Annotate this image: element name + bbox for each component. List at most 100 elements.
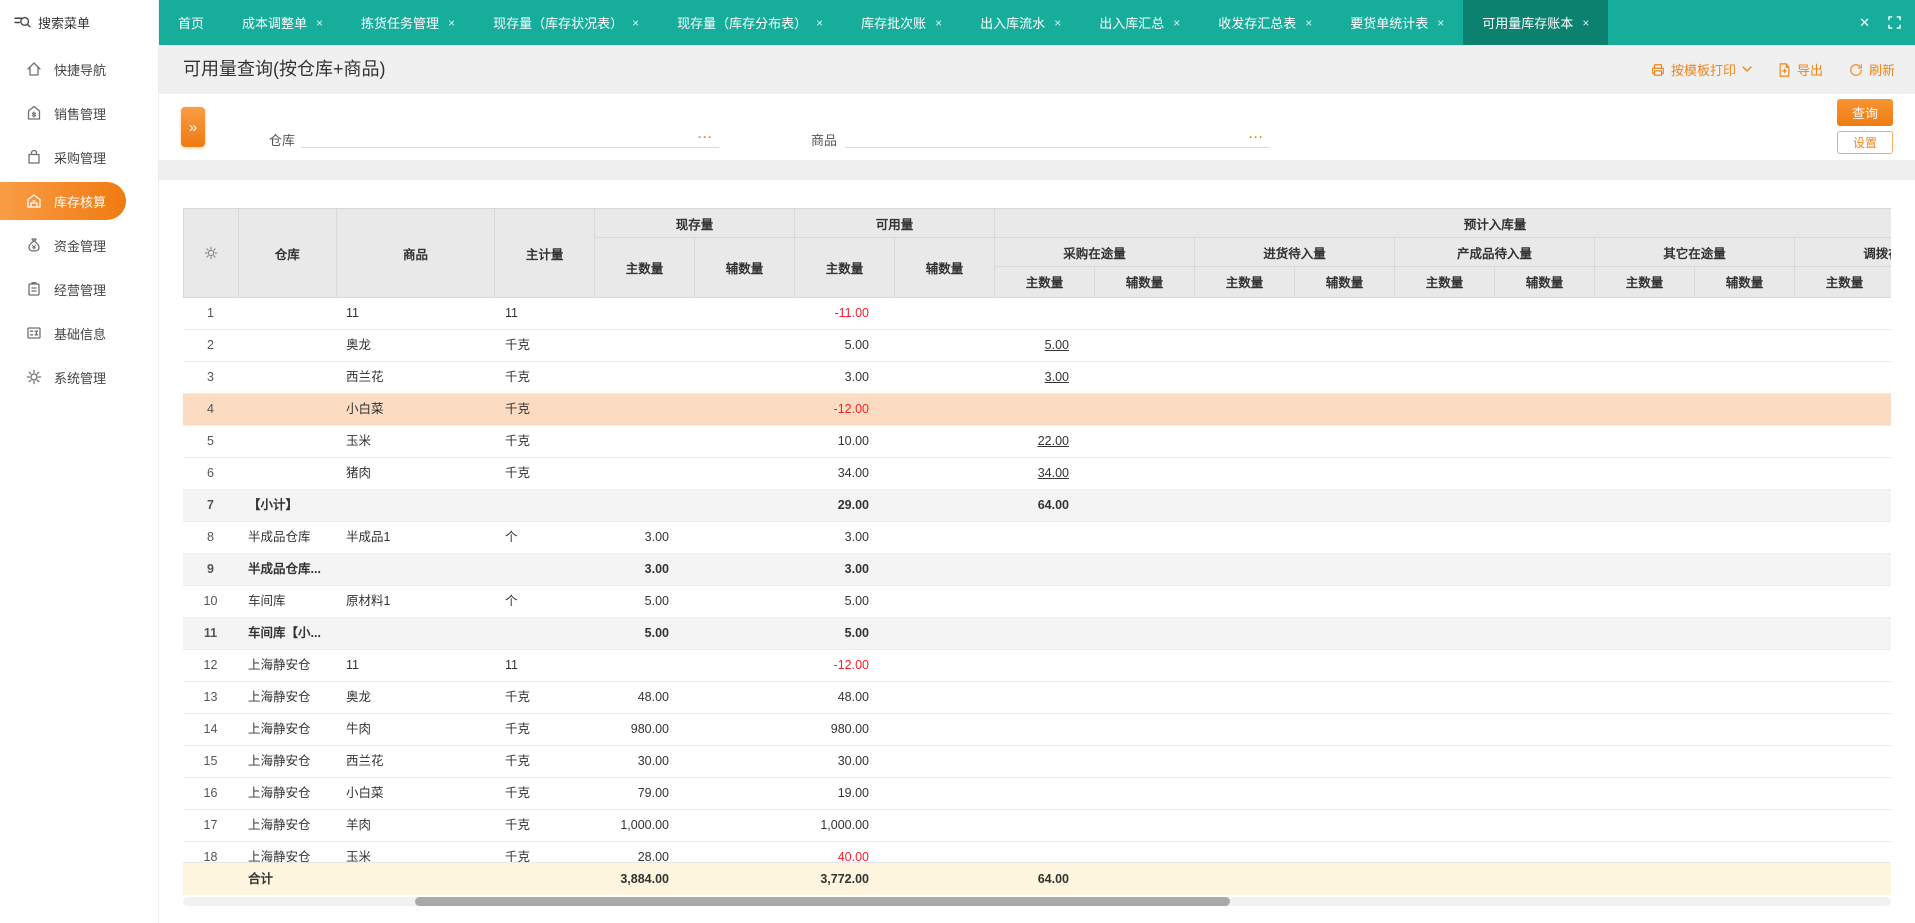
tab-close-icon[interactable]: × xyxy=(935,16,942,30)
cell-fin_m xyxy=(1395,714,1495,745)
table-row-7[interactable]: 7 【小计】 29.00 64.00 xyxy=(183,490,1891,522)
warehouse-picker-icon[interactable]: ··· xyxy=(698,130,713,144)
tab-3[interactable]: 拣货任务管理 × xyxy=(342,0,474,45)
cell-n: 9 xyxy=(207,562,214,576)
tab-close-icon[interactable]: × xyxy=(316,16,323,30)
tab-4[interactable]: 现存量（库存状况表） × xyxy=(474,0,658,45)
table-row-3[interactable]: 3 西兰花 千克 3.00 3.00 xyxy=(183,362,1891,394)
tab-close-icon[interactable]: × xyxy=(632,16,639,30)
cell-tr_m xyxy=(1795,586,1891,617)
column-settings-button[interactable] xyxy=(184,209,239,297)
table-row-8[interactable]: 8 半成品仓库 半成品1 个 3.00 3.00 xyxy=(183,522,1891,554)
tab-10[interactable]: 要货单统计表 × xyxy=(1331,0,1463,45)
table-row-5[interactable]: 5 玉米 千克 10.00 22.00 xyxy=(183,426,1891,458)
cell-tr_m xyxy=(1795,618,1891,649)
table-row-17[interactable]: 17 上海静安仓 羊肉 千克 1,000.00 1,000.00 xyxy=(183,810,1891,842)
sidebar-item-business[interactable]: 经营管理 xyxy=(0,267,158,311)
collapse-filters-button[interactable]: » xyxy=(181,107,205,147)
sidebar-item-sales[interactable]: 销售管理 xyxy=(0,91,158,135)
tab-1[interactable]: 首页 xyxy=(159,0,223,45)
table-row-12[interactable]: 12 上海静安仓 11 11 -12.00 xyxy=(183,650,1891,682)
warehouse-filter-input[interactable]: ··· xyxy=(301,122,719,148)
cell-n: 3 xyxy=(207,370,214,384)
table-row-2[interactable]: 2 奥龙 千克 5.00 5.00 xyxy=(183,330,1891,362)
fullscreen-icon[interactable] xyxy=(1888,16,1901,29)
cell-in_m xyxy=(1195,778,1295,809)
table-total-row[interactable]: 合计 3,884.00 3,772.00 64.00 xyxy=(183,862,1891,895)
table-row-13[interactable]: 13 上海静安仓 奥龙 千克 48.00 48.00 xyxy=(183,682,1891,714)
export-button[interactable]: 导出 xyxy=(1778,60,1823,79)
tab-9[interactable]: 收发存汇总表 × xyxy=(1199,0,1331,45)
table-row-9[interactable]: 9 半成品仓库... 3.00 3.00 xyxy=(183,554,1891,586)
cell-fin_m xyxy=(1395,394,1495,425)
tab-close-icon[interactable]: × xyxy=(1582,16,1589,30)
refresh-button[interactable]: 刷新 xyxy=(1849,60,1895,79)
cell-stock xyxy=(595,330,695,361)
tab-label: 可用量库存账本 xyxy=(1482,16,1574,31)
table-row-11[interactable]: 11 车间库【小... 5.00 5.00 xyxy=(183,618,1891,650)
table-row-18[interactable]: 18 上海静安仓 玉米 千克 28.00 40.00 xyxy=(183,842,1891,862)
table-row-4[interactable]: 4 小白菜 千克 -12.00 xyxy=(183,394,1891,426)
cell-fin_m xyxy=(1395,682,1495,713)
sidebar-item-purchase[interactable]: 采购管理 xyxy=(0,135,158,179)
print-by-template-button[interactable]: 按模板打印 xyxy=(1651,60,1752,79)
tab-label: 出入库汇总 xyxy=(1099,16,1165,31)
table-row-1[interactable]: 1 11 11 -11.00 xyxy=(183,298,1891,330)
cell-po[interactable]: 34.00 xyxy=(995,458,1095,489)
header-main-qty: 主数量 xyxy=(1795,267,1891,296)
table-row-14[interactable]: 14 上海静安仓 牛肉 千克 980.00 980.00 xyxy=(183,714,1891,746)
sidebar-item-home[interactable]: 快捷导航 xyxy=(0,47,158,91)
tab-close-icon[interactable]: × xyxy=(448,16,455,30)
tab-close-icon[interactable]: × xyxy=(1054,16,1061,30)
cell-stock: 79.00 xyxy=(637,786,669,800)
cell-prod: 牛肉 xyxy=(346,722,372,736)
product-picker-icon[interactable]: ··· xyxy=(1249,130,1264,144)
sidebar-item-funds[interactable]: 资金管理 xyxy=(0,223,158,267)
funds-icon xyxy=(28,238,40,252)
window-close-icon[interactable]: ✕ xyxy=(1859,15,1870,31)
cell-avail_aux xyxy=(895,863,995,895)
cell-po xyxy=(995,746,1095,777)
cell-oth_m xyxy=(1595,298,1695,329)
settings-button[interactable]: 设置 xyxy=(1837,131,1893,154)
tab-close-icon[interactable]: × xyxy=(1437,16,1444,30)
cell-po xyxy=(995,298,1095,329)
cell-in_a xyxy=(1295,394,1395,425)
cell-oth_a xyxy=(1695,810,1795,841)
sidebar-item-info[interactable]: 基础信息 xyxy=(0,311,158,355)
sidebar-item-system[interactable]: 系统管理 xyxy=(0,355,158,399)
tab-5[interactable]: 现存量（库存分布表） × xyxy=(658,0,842,45)
tab-close-icon[interactable]: × xyxy=(816,16,823,30)
cell-po[interactable]: 22.00 xyxy=(995,426,1095,457)
tab-7[interactable]: 出入库流水 × xyxy=(961,0,1080,45)
header-subgroup-label: 采购在途量 xyxy=(995,238,1195,267)
cell-fin_m xyxy=(1395,522,1495,553)
table-row-15[interactable]: 15 上海静安仓 西兰花 千克 30.00 30.00 xyxy=(183,746,1891,778)
table-row-6[interactable]: 6 猪肉 千克 34.00 34.00 xyxy=(183,458,1891,490)
cell-avail: 980.00 xyxy=(830,722,869,736)
cell-fin_a xyxy=(1495,330,1595,361)
sidebar-item-inventory[interactable]: 库存核算 xyxy=(0,182,126,220)
tab-11[interactable]: 可用量库存账本 × xyxy=(1463,0,1609,45)
cell-avail_aux xyxy=(895,810,995,841)
tab-2[interactable]: 成本调整单 × xyxy=(223,0,342,45)
query-button[interactable]: 查询 xyxy=(1837,99,1893,126)
cell-avail_aux xyxy=(895,586,995,617)
cell-po[interactable]: 5.00 xyxy=(995,330,1095,361)
cell-prod: 11 xyxy=(346,306,359,320)
search-menu[interactable]: 搜索菜单 xyxy=(0,0,158,45)
table-row-16[interactable]: 16 上海静安仓 小白菜 千克 79.00 19.00 xyxy=(183,778,1891,810)
tab-6[interactable]: 库存批次账 × xyxy=(842,0,961,45)
product-filter-input[interactable]: ··· xyxy=(845,122,1270,148)
tab-close-icon[interactable]: × xyxy=(1305,16,1312,30)
cell-wh: 半成品仓库... xyxy=(248,562,321,576)
tab-close-icon[interactable]: × xyxy=(1173,16,1180,30)
cell-oth_a xyxy=(1695,778,1795,809)
cell-prod: 奥龙 xyxy=(346,690,372,704)
cell-po[interactable]: 3.00 xyxy=(995,362,1095,393)
horizontal-scrollbar-thumb[interactable] xyxy=(415,897,1230,906)
tab-8[interactable]: 出入库汇总 × xyxy=(1080,0,1199,45)
printer-icon xyxy=(1652,63,1664,76)
table-row-10[interactable]: 10 车间库 原材料1 个 5.00 5.00 xyxy=(183,586,1891,618)
cell-tr_m xyxy=(1795,362,1891,393)
